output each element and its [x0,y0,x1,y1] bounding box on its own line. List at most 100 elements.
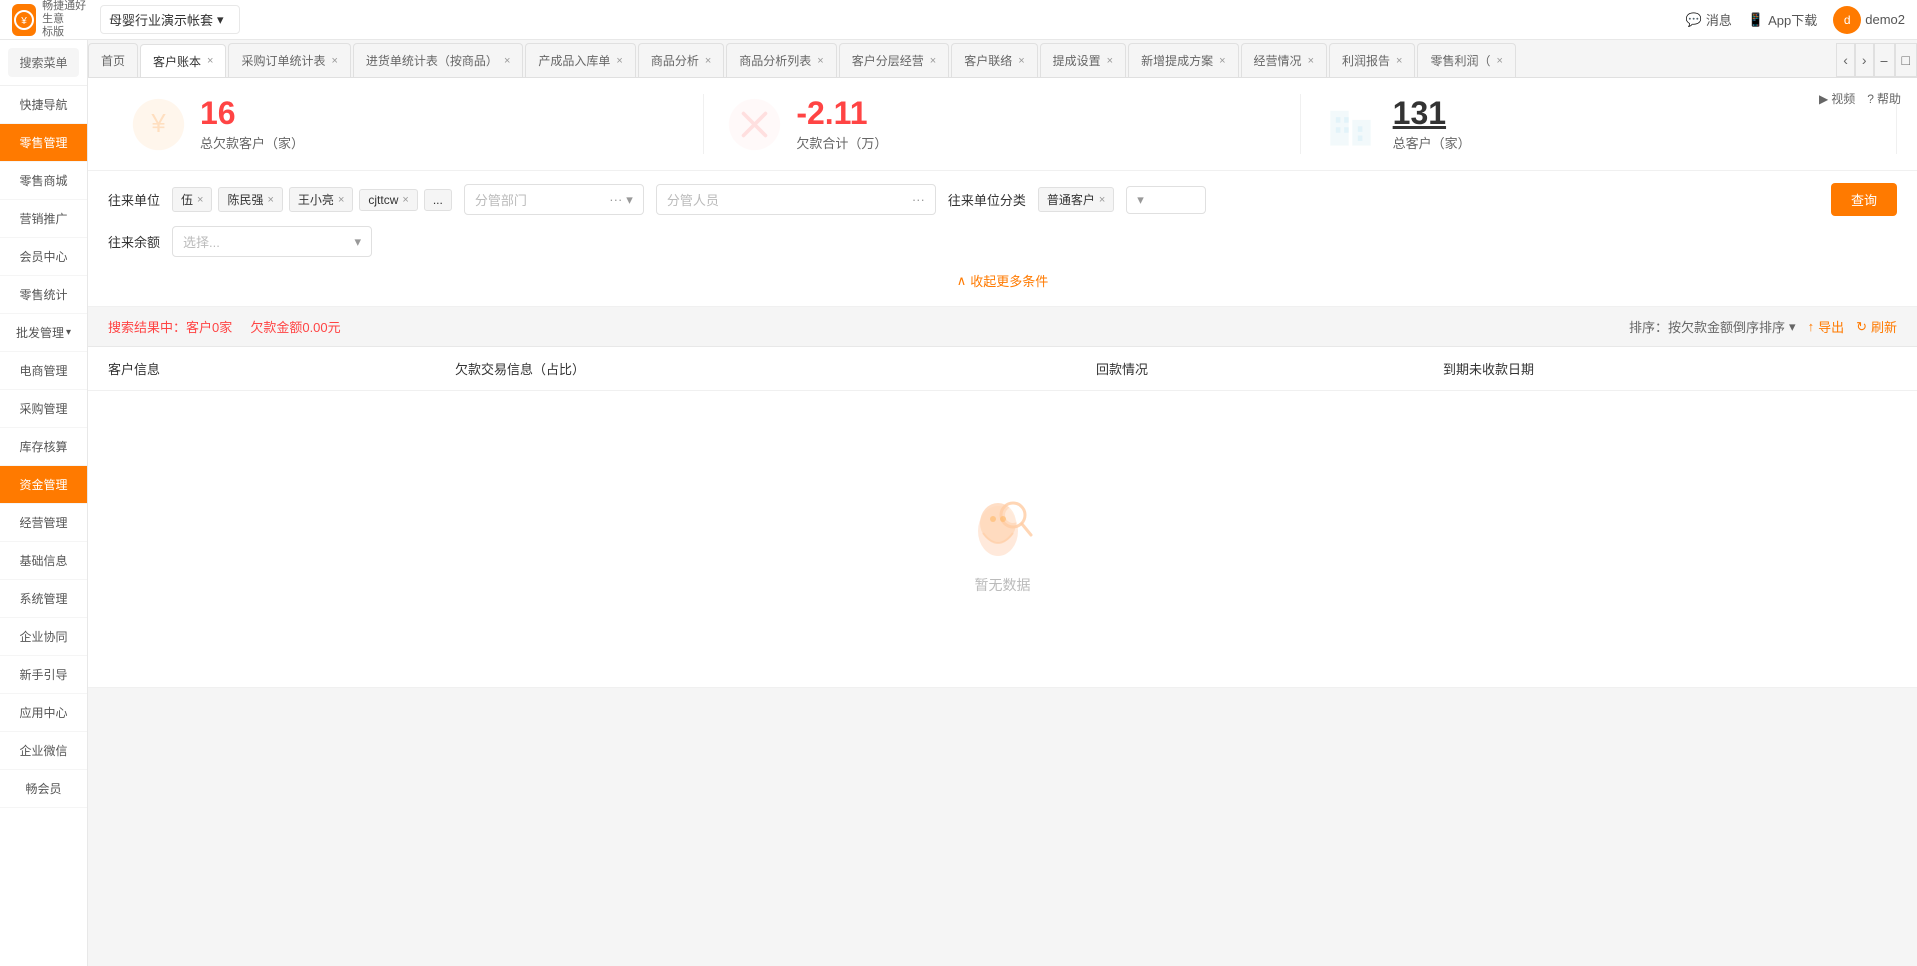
tag-close-wx[interactable]: × [338,194,344,206]
unit-type-chevron-icon: ▾ [1137,192,1144,208]
filter-tags-unit-type: 普通客户 × [1038,187,1114,212]
sidebar-item-finance[interactable]: 资金管理 [0,466,87,504]
empty-state: 暂无数据 [108,403,1897,675]
tab-customer-book[interactable]: 客户账本 × [140,44,226,78]
tab-close-product-analysis[interactable]: × [705,55,711,67]
tag-close-qz[interactable]: × [197,194,203,206]
tag-close-cm[interactable]: × [267,194,273,206]
user-menu[interactable]: d demo2 [1833,6,1905,34]
collapse-button[interactable]: ∧ 收起更多条件 [949,267,1057,294]
message-icon: 💬 [1686,12,1702,28]
tab-profit-report[interactable]: 利润报告 × [1329,43,1415,77]
sidebar-item-retail-stats[interactable]: 零售统计 [0,276,87,314]
sidebar-item-enterprise-wechat[interactable]: 企业微信 [0,732,87,770]
tab-close-retail-profit[interactable]: × [1496,55,1502,67]
stat-icon-coin: ¥ [128,94,188,154]
sidebar-item-retail[interactable]: 零售管理 [0,124,87,162]
sidebar-item-inventory[interactable]: 库存核算 [0,428,87,466]
sidebar-item-purchase[interactable]: 采购管理 [0,390,87,428]
tab-close-product-analysis-list[interactable]: × [817,55,823,67]
tab-maximize-button[interactable]: □ [1895,43,1917,77]
tab-bar-end: ‹ › ⎯ □ [1836,43,1917,77]
sidebar-item-member-plus[interactable]: 畅会员 [0,770,87,808]
query-button[interactable]: 查询 [1831,183,1897,216]
account-select[interactable]: 母婴行业演示帐套 ▾ [100,5,240,34]
tab-close-business-status[interactable]: × [1308,55,1314,67]
export-button[interactable]: ↑ 导出 [1808,317,1845,336]
balance-label: 往来余额 [108,232,160,251]
dept-select[interactable]: 分管部门 ··· ▾ [464,184,644,215]
sidebar-item-wholesale[interactable]: 批发管理 ▾ [0,314,87,352]
sidebar-item-member[interactable]: 会员中心 [0,238,87,276]
refresh-button[interactable]: ↻ 刷新 [1856,317,1897,336]
tag-close-cjttcw[interactable]: × [402,194,408,206]
tab-add-achievement[interactable]: 新增提成方案 × [1128,43,1238,77]
sidebar-item-basics[interactable]: 基础信息 [0,542,87,580]
stat-icon-building [1321,94,1381,154]
tab-close-product-inbound[interactable]: × [616,55,622,67]
col-debt-info: 欠款交易信息（占比） [435,347,1076,391]
unit-type-select[interactable]: ▾ [1126,186,1206,214]
stat-icon-cross [724,94,784,154]
table-body: 暂无数据 [88,391,1917,688]
tag-close-normal-customer[interactable]: × [1099,194,1105,206]
col-customer-info: 客户信息 [88,347,435,391]
sidebar-item-enterprise[interactable]: 企业协同 [0,618,87,656]
tab-close-purchase-order[interactable]: × [331,55,337,67]
tab-product-analysis[interactable]: 商品分析 × [638,43,724,77]
page-content: ¥ 16 总欠款客户（家） [88,78,1917,966]
tab-retail-profit[interactable]: 零售利润（ × [1417,43,1515,77]
video-help-button[interactable]: ▶ 视频 [1819,90,1855,107]
search-menu-button[interactable]: 搜索菜单 [8,48,79,77]
tab-prev-button[interactable]: ‹ [1836,43,1855,77]
tab-reminder-settings[interactable]: 提成设置 × [1040,43,1126,77]
tab-customer-segment[interactable]: 客户分层经营 × [839,43,949,77]
sort-button[interactable]: 排序：按欠款金额倒序排序 ▾ [1629,317,1796,336]
tab-close-customer-segment[interactable]: × [930,55,936,67]
filter-tag-cm: 陈民强 × [218,187,282,212]
message-button[interactable]: 💬 消息 [1686,10,1732,29]
col-overdue-date: 到期未收款日期 [1423,347,1917,391]
sidebar-item-new-guide[interactable]: 新手引导 [0,656,87,694]
tab-business-status[interactable]: 经营情况 × [1241,43,1327,77]
sidebar-item-ecommerce[interactable]: 电商管理 [0,352,87,390]
download-icon: 📱 [1748,12,1764,28]
tab-home[interactable]: 首页 [88,43,138,77]
sidebar-item-quick-nav[interactable]: 快捷导航 [0,86,87,124]
balance-chevron-icon: ▾ [354,234,361,250]
tab-purchase-order-stats[interactable]: 采购订单统计表 × [228,43,350,77]
tab-close-profit-report[interactable]: × [1396,55,1402,67]
empty-state-text: 暂无数据 [975,575,1031,595]
balance-input[interactable]: 选择... ▾ [172,226,372,257]
sidebar-item-retail-mall[interactable]: 零售商城 [0,162,87,200]
sidebar-item-marketing[interactable]: 营销推广 [0,200,87,238]
tab-close-add-achievement[interactable]: × [1219,55,1225,67]
tab-minimize-button[interactable]: ⎯ [1874,43,1895,77]
tab-close-inbound[interactable]: × [504,55,510,67]
sidebar-item-system[interactable]: 系统管理 [0,580,87,618]
person-select[interactable]: 分管人员 ··· [656,184,936,215]
tab-next-button[interactable]: › [1855,43,1874,77]
debt-amount-label: 欠款合计（万） [796,133,887,152]
tab-inbound-stats[interactable]: 进货单统计表（按商品） × [353,43,523,77]
tab-close-customer-contact[interactable]: × [1018,55,1024,67]
unit-type-label: 往来单位分类 [948,190,1026,209]
tab-customer-contact[interactable]: 客户联络 × [951,43,1037,77]
tab-close-reminder[interactable]: × [1107,55,1113,67]
help-button[interactable]: ? 帮助 [1867,90,1901,107]
sidebar-search-section: 搜索菜单 [0,40,87,86]
filter-row-2: 往来余额 选择... ▾ [108,226,1897,257]
tab-close-customer-book[interactable]: × [207,55,213,67]
filter-tag-more[interactable]: ... [424,189,452,211]
stat-help-area: ▶ 视频 ? 帮助 [1819,90,1901,107]
empty-row: 暂无数据 [88,391,1917,688]
sidebar-item-operations[interactable]: 经营管理 [0,504,87,542]
video-icon: ▶ [1819,92,1828,106]
sidebar-item-app-center[interactable]: 应用中心 [0,694,87,732]
app-download-button[interactable]: 📱 App下载 [1748,10,1817,29]
tab-product-analysis-list[interactable]: 商品分析列表 × [726,43,836,77]
stat-info-total-customers: 131 总客户（家） [1393,97,1471,152]
svg-text:¥: ¥ [20,16,27,27]
debt-amount-number: -2.11 [796,97,887,129]
tab-product-inbound[interactable]: 产成品入库单 × [525,43,635,77]
